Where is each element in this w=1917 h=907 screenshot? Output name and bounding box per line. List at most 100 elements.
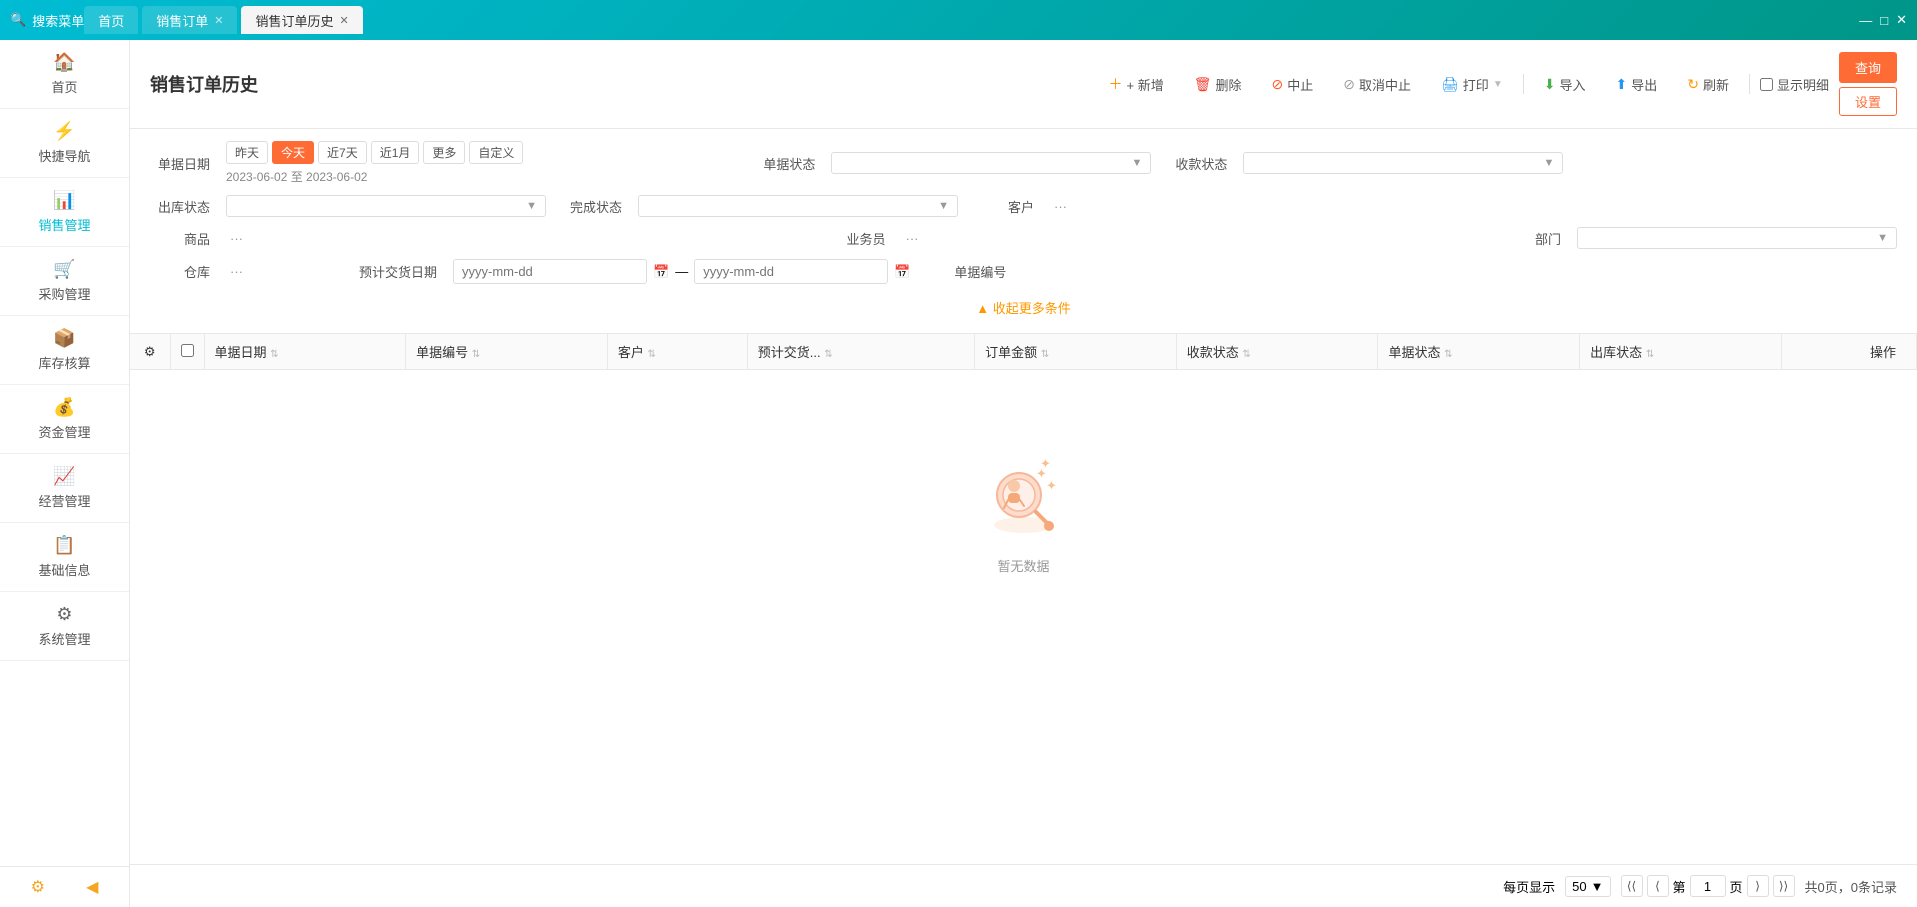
home-icon: 🏠 (53, 52, 75, 73)
date-filter: 昨天 今天 近7天 近1月 更多 自定义 2023-06-02 至 2023-0… (226, 141, 523, 185)
delivery-date-range: 📅 — 📅 (453, 259, 910, 284)
th-settings[interactable]: ⚙ (130, 334, 170, 370)
sidebar-item-sales-label: 销售管理 (38, 215, 90, 234)
tab-bar: 首页 销售订单 ✕ 销售订单历史 ✕ (84, 6, 1859, 34)
calendar-end-icon[interactable]: 📅 (894, 264, 910, 280)
calendar-start-icon[interactable]: 📅 (653, 264, 669, 280)
sidebar-item-purchase[interactable]: 🛒 采购管理 (0, 247, 129, 316)
complete-status-select[interactable]: ▼ (638, 195, 958, 217)
sidebar-item-finance[interactable]: 💰 资金管理 (0, 385, 129, 454)
date-btn-more[interactable]: 更多 (423, 141, 465, 164)
tab-sales-order-history-label: 销售订单历史 (255, 11, 333, 30)
tab-home[interactable]: 首页 (84, 6, 138, 34)
last-page-btn[interactable]: ⟩⟩ (1773, 875, 1795, 897)
outbound-status-select[interactable]: ▼ (226, 195, 546, 217)
sidebar-item-sales[interactable]: 📊 销售管理 (0, 178, 129, 247)
th-date[interactable]: 单据日期 ⇅ (204, 334, 406, 370)
maximize-icon[interactable]: □ (1880, 13, 1888, 28)
import-button[interactable]: ⬇ 导入 (1534, 70, 1596, 99)
date-btn-today[interactable]: 今天 (272, 141, 314, 164)
th-doc-status[interactable]: 单据状态 ⇅ (1378, 334, 1580, 370)
doc-number-label: 单据编号 (946, 262, 1006, 281)
goods-ellipsis[interactable]: ··· (226, 229, 247, 248)
refresh-button[interactable]: ↻ 刷新 (1677, 70, 1739, 99)
settings-button[interactable]: 设置 (1839, 87, 1897, 116)
date-separator: — (675, 264, 688, 279)
stop-label: 中止 (1287, 75, 1313, 94)
window-controls: — □ ✕ (1859, 12, 1907, 28)
sidebar-item-home[interactable]: 🏠 首页 (0, 40, 129, 109)
query-button[interactable]: 查询 (1839, 52, 1897, 83)
doc-sort-icon: ⇅ (1444, 349, 1452, 360)
minimize-icon[interactable]: — (1859, 13, 1872, 28)
sidebar-item-operations[interactable]: 📈 经营管理 (0, 454, 129, 523)
th-outbound-status[interactable]: 出库状态 ⇅ (1580, 334, 1782, 370)
delivery-date-end[interactable] (694, 259, 888, 284)
import-label: 导入 (1559, 75, 1585, 94)
th-payment-status[interactable]: 收款状态 ⇅ (1176, 334, 1378, 370)
sidebar-item-home-label: 首页 (51, 77, 77, 96)
close-icon[interactable]: ✕ (1896, 12, 1907, 28)
sidebar-item-inventory[interactable]: 📦 库存核算 (0, 316, 129, 385)
sidebar-item-quick-nav[interactable]: ⚡ 快捷导航 (0, 109, 129, 178)
th-amount[interactable]: 订单金额 ⇅ (975, 334, 1177, 370)
empty-state: ✦ ✦ ✦ 暂无数据 (130, 370, 1917, 655)
delivery-date-start[interactable] (453, 259, 647, 284)
th-delivery[interactable]: 预计交货... ⇅ (747, 334, 974, 370)
delete-icon: 🗑 (1194, 76, 1212, 93)
tab-sales-order-history-close[interactable]: ✕ (339, 14, 348, 27)
print-label: 打印 (1463, 75, 1489, 94)
page-input[interactable] (1690, 875, 1726, 897)
warehouse-label: 仓库 (150, 262, 210, 281)
first-page-btn[interactable]: ⟨⟨ (1621, 875, 1643, 897)
basic-info-icon: 📋 (53, 535, 75, 556)
print-button[interactable]: 🖨 打印 ▼ (1431, 70, 1513, 99)
table-area: ⚙ 单据日期 ⇅ 单据编号 ⇅ (130, 334, 1917, 864)
cancel-stop-icon: ⊘ (1343, 76, 1355, 93)
dept-select[interactable]: ▼ (1577, 227, 1897, 249)
customer-ellipsis[interactable]: ··· (1050, 197, 1071, 216)
th-number[interactable]: 单据编号 ⇅ (406, 334, 608, 370)
new-button[interactable]: ＋ + 新增 (1099, 69, 1174, 99)
delivery-sort-icon: ⇅ (824, 349, 832, 360)
main-layout: 🏠 首页 ⚡ 快捷导航 📊 销售管理 🛒 采购管理 📦 库存核算 💰 资金管理 … (0, 40, 1917, 907)
per-page-select[interactable]: 50 ▼ (1565, 876, 1610, 897)
content-area: 销售订单历史 ＋ + 新增 🗑 删除 ⊘ 中止 ⊘ 取消中止 (130, 40, 1917, 907)
tab-sales-order-close[interactable]: ✕ (214, 14, 223, 27)
tab-sales-order[interactable]: 销售订单 ✕ (142, 6, 237, 34)
th-customer[interactable]: 客户 ⇅ (607, 334, 747, 370)
stop-button[interactable]: ⊘ 中止 (1262, 70, 1324, 99)
payment-status-select[interactable]: ▼ (1243, 152, 1563, 174)
export-button[interactable]: ⬆ 导出 (1605, 70, 1667, 99)
sidebar-item-basic-info[interactable]: 📋 基础信息 (0, 523, 129, 592)
search-menu[interactable]: 🔍 搜索菜单 (10, 11, 84, 30)
date-btn-1month[interactable]: 近1月 (371, 141, 420, 164)
th-check[interactable] (170, 334, 204, 370)
date-btn-7days[interactable]: 近7天 (318, 141, 367, 164)
tab-sales-order-history[interactable]: 销售订单历史 ✕ (241, 6, 362, 34)
filter-row-1: 单据日期 昨天 今天 近7天 近1月 更多 自定义 2023-06-02 至 2… (150, 141, 1897, 185)
salesperson-ellipsis[interactable]: ··· (902, 229, 923, 248)
doc-status-select[interactable]: ▼ (831, 152, 1151, 174)
date-btn-custom[interactable]: 自定义 (469, 141, 523, 164)
warehouse-ellipsis[interactable]: ··· (226, 262, 247, 281)
next-page-btn[interactable]: ⟩ (1747, 875, 1769, 897)
delete-button[interactable]: 🗑 删除 (1184, 70, 1252, 99)
sidebar-item-system-label: 系统管理 (38, 629, 90, 648)
sidebar-collapse-btn[interactable]: ◀ (86, 877, 98, 897)
collapse-label: ▲ 收起更多条件 (976, 301, 1070, 316)
sidebar-settings-btn[interactable]: ⚙ (31, 877, 45, 897)
tab-home-label: 首页 (98, 11, 124, 30)
prev-page-btn[interactable]: ⟨ (1647, 875, 1669, 897)
select-all-checkbox[interactable] (181, 344, 194, 357)
new-label: + 新增 (1127, 75, 1164, 94)
sidebar-item-system[interactable]: ⚙ 系统管理 (0, 592, 129, 661)
sidebar-item-basic-info-label: 基础信息 (38, 560, 90, 579)
show-detail-input[interactable] (1760, 78, 1773, 91)
collapse-more-btn[interactable]: ▲ 收起更多条件 (150, 294, 1897, 321)
print-icon: 🖨 (1441, 76, 1459, 93)
date-btn-yesterday[interactable]: 昨天 (226, 141, 268, 164)
show-detail-checkbox[interactable]: 显示明细 (1760, 75, 1829, 94)
cancel-stop-button[interactable]: ⊘ 取消中止 (1333, 70, 1421, 99)
search-menu-label: 搜索菜单 (32, 11, 84, 30)
